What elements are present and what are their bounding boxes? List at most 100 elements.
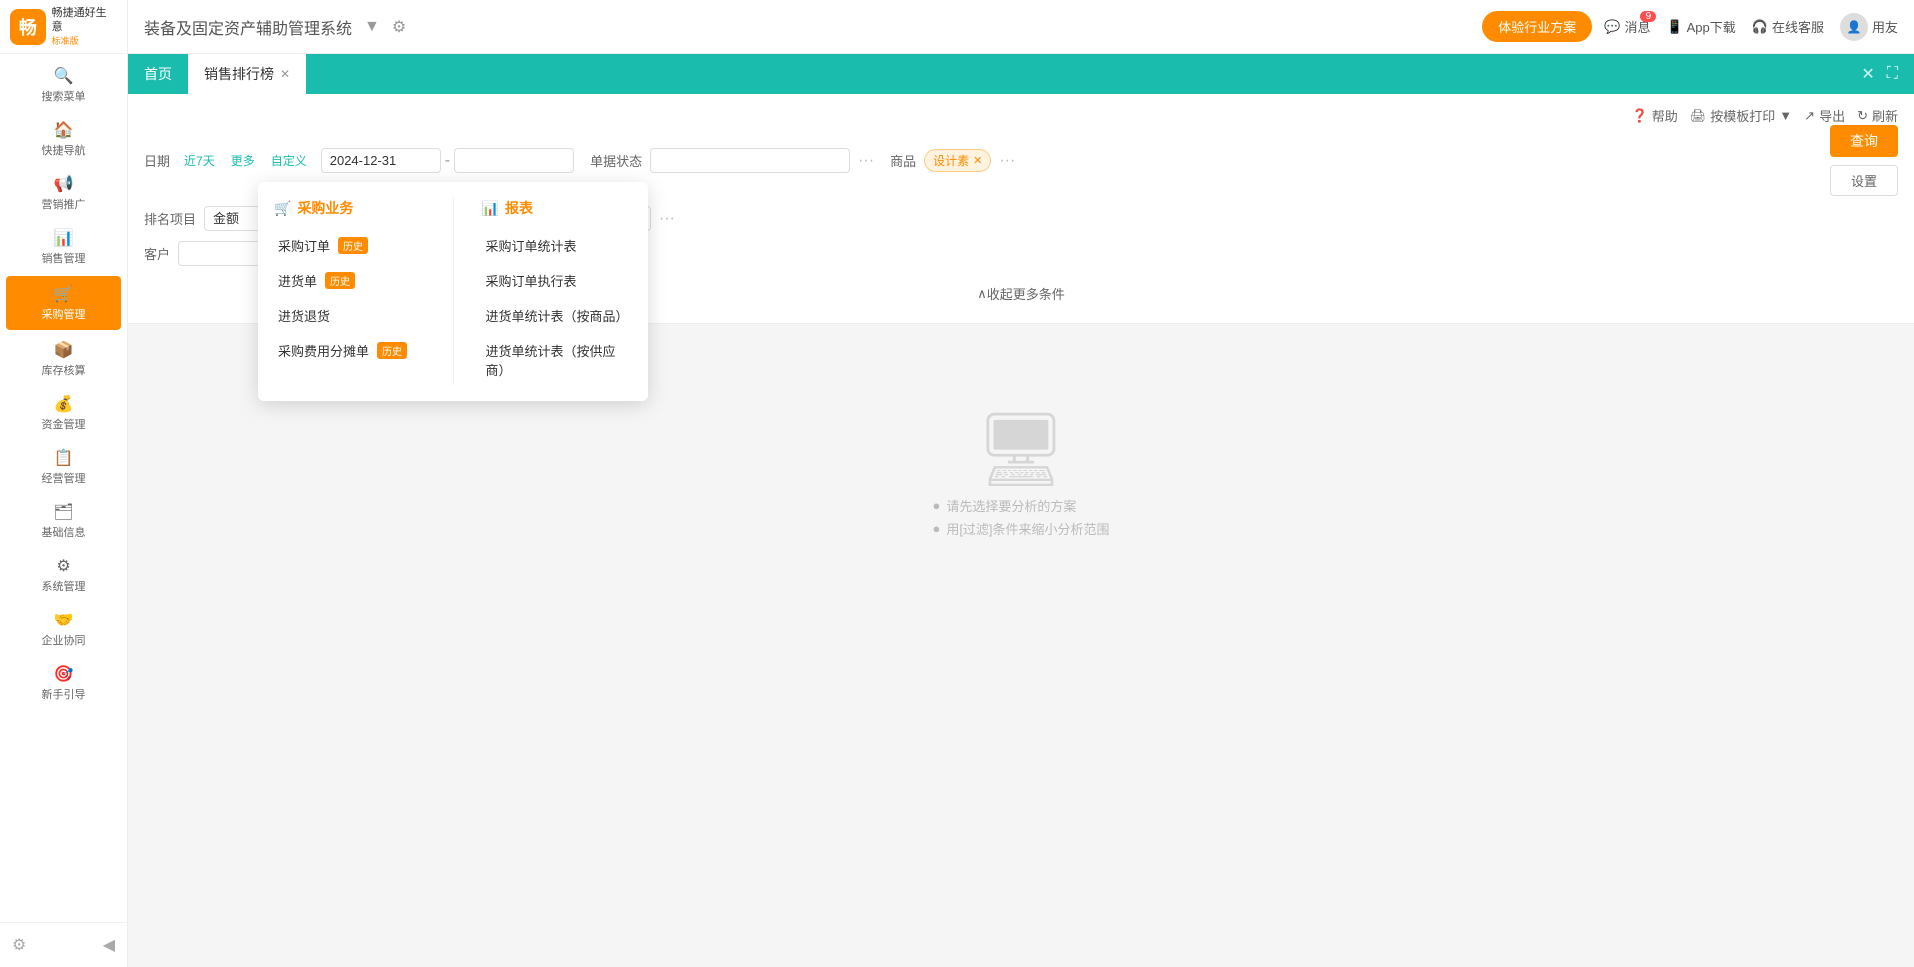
sidebar-item-quick[interactable]: 🏠 快捷导航 bbox=[0, 112, 127, 166]
toolbar-right: ❓ 帮助 🖨 按模板打印 ▼ ↗ 导出 ↻ 刷新 bbox=[1632, 106, 1898, 125]
tab-sales-rank[interactable]: 销售排行榜 ✕ bbox=[188, 54, 306, 94]
sidebar-item-system[interactable]: ⚙ 系统管理 bbox=[0, 548, 127, 602]
print-btn[interactable]: 🖨 按模板打印 ▼ bbox=[1690, 106, 1792, 125]
dropdown-item-order-stats[interactable]: 采购订单统计表 bbox=[482, 230, 633, 261]
message-action[interactable]: 💬 消息 9 bbox=[1604, 17, 1650, 36]
date-to-input[interactable] bbox=[454, 148, 574, 173]
print-icon: 🖨 bbox=[1690, 108, 1707, 124]
tab-close-icon[interactable]: ✕ bbox=[280, 67, 290, 81]
purchase-expense-label: 采购费用分摊单 bbox=[278, 341, 369, 360]
query-button[interactable]: 查询 bbox=[1830, 125, 1898, 157]
dropdown-item-purchase-order[interactable]: 采购订单 历史 bbox=[274, 230, 425, 261]
goods-label: 商品 bbox=[890, 151, 916, 170]
main-area: 装备及固定资产辅助管理系统 ▼ ⚙ 体验行业方案 💬 消息 9 📱 App下载 … bbox=[128, 0, 1914, 967]
purchase-expense-history[interactable]: 历史 bbox=[377, 342, 407, 359]
date-quick-custom[interactable]: 自定义 bbox=[265, 150, 313, 171]
basics-nav-icon: 🗂 bbox=[53, 502, 73, 522]
order-exec-label: 采购订单执行表 bbox=[486, 271, 577, 290]
sales-nav-icon: 📊 bbox=[54, 228, 74, 248]
tab-home[interactable]: 首页 bbox=[128, 54, 188, 94]
headset-icon: 🎧 bbox=[1752, 19, 1768, 35]
setting-button[interactable]: 设置 bbox=[1830, 165, 1898, 196]
marketing-nav-icon: 📢 bbox=[54, 174, 74, 194]
sidebar-item-enterprise[interactable]: 🤝 企业协同 bbox=[0, 602, 127, 656]
logo-area: 畅 畅捷通好生意 标准版 bbox=[0, 0, 127, 54]
empty-tip-2: 用[过滤]条件来缩小分析范围 bbox=[946, 519, 1109, 538]
dropdown-item-purchase-expense[interactable]: 采购费用分摊单 历史 bbox=[274, 335, 425, 366]
date-quick-7days[interactable]: 近7天 bbox=[178, 150, 221, 171]
status-select[interactable] bbox=[650, 148, 850, 173]
expand-btn[interactable]: ⛶ bbox=[1883, 61, 1902, 87]
export-label: 导出 bbox=[1819, 106, 1845, 125]
marketing-nav-label: 营销推广 bbox=[42, 196, 86, 212]
tab-sales-rank-label: 销售排行榜 bbox=[204, 64, 274, 84]
date-from-input[interactable] bbox=[321, 148, 441, 173]
logo-badge: 标准版 bbox=[52, 34, 117, 47]
sidebar-item-purchase[interactable]: 🛒 采购管理 bbox=[6, 276, 121, 330]
settings-icon[interactable]: ⚙ bbox=[392, 17, 406, 37]
sidebar-item-inventory[interactable]: 📦 库存核算 bbox=[0, 332, 127, 386]
print-label: 按模板打印 bbox=[1710, 106, 1775, 125]
status-dots[interactable]: ··· bbox=[858, 152, 874, 170]
system-nav-icon: ⚙ bbox=[56, 556, 70, 576]
sidebar-item-search[interactable]: 🔍 搜索菜单 bbox=[0, 58, 127, 112]
settings-footer-icon[interactable]: ⚙ bbox=[12, 935, 26, 955]
date-quick-btns: 近7天 更多 自定义 bbox=[178, 150, 313, 171]
inventory-nav-icon: 📦 bbox=[54, 340, 74, 360]
sidebar-item-guide[interactable]: 🎯 新手引导 bbox=[0, 656, 127, 710]
dropdown-item-goods-stats-product[interactable]: 进货单统计表（按商品） bbox=[482, 300, 633, 331]
print-dropdown-icon[interactable]: ▼ bbox=[1779, 108, 1792, 123]
date-filter-group: 日期 近7天 更多 自定义 - bbox=[144, 148, 574, 173]
sidebar-item-finance[interactable]: 💰 资金管理 bbox=[0, 386, 127, 440]
dropdown-item-goods-stats-supplier[interactable]: 进货单统计表（按供应商） bbox=[482, 335, 633, 385]
goods-in-history[interactable]: 历史 bbox=[325, 272, 355, 289]
collapse-label: 收起更多条件 bbox=[987, 284, 1065, 303]
goods-tag-remove[interactable]: ✕ bbox=[973, 154, 982, 167]
sidebar-item-sales[interactable]: 📊 销售管理 bbox=[0, 220, 127, 274]
goods-in-label: 进货单 bbox=[278, 271, 317, 290]
user-action[interactable]: 👤 用友 bbox=[1840, 13, 1898, 41]
export-btn[interactable]: ↗ 导出 bbox=[1804, 106, 1845, 125]
app-download-action[interactable]: 📱 App下载 bbox=[1666, 17, 1735, 36]
enterprise-nav-icon: 🤝 bbox=[54, 610, 74, 630]
logo-text: 畅捷通好生意 bbox=[52, 6, 117, 35]
goods-dots[interactable]: ··· bbox=[999, 152, 1015, 170]
search-nav-label: 搜索菜单 bbox=[42, 88, 86, 104]
dropdown-menu: 🛒 采购业务 采购订单 历史 进货单 历史 进货退货 采购费用分摊单 历史 bbox=[258, 182, 648, 401]
sidebar-nav: 🔍 搜索菜单 🏠 快捷导航 📢 营销推广 📊 销售管理 🛒 采购管理 📦 库存核… bbox=[0, 54, 127, 922]
online-service-label: 在线客服 bbox=[1772, 17, 1824, 36]
quick-nav-icon: 🏠 bbox=[54, 120, 74, 140]
purchase-order-history[interactable]: 历史 bbox=[338, 237, 368, 254]
salesman-dots[interactable]: ··· bbox=[659, 210, 675, 228]
goods-stats-product-label: 进货单统计表（按商品） bbox=[486, 306, 629, 325]
sidebar-item-basics[interactable]: 🗂 基础信息 bbox=[0, 494, 127, 548]
guide-nav-icon: 🎯 bbox=[54, 664, 74, 684]
dropdown-separator bbox=[453, 198, 454, 385]
sidebar-item-marketing[interactable]: 📢 营销推广 bbox=[0, 166, 127, 220]
goods-tag: 设计素 ✕ bbox=[924, 149, 991, 172]
operations-nav-label: 经营管理 bbox=[42, 470, 86, 486]
online-service-action[interactable]: 🎧 在线客服 bbox=[1752, 17, 1824, 36]
dropdown-item-goods-in[interactable]: 进货单 历史 bbox=[274, 265, 425, 296]
solution-button[interactable]: 体验行业方案 bbox=[1482, 11, 1592, 42]
user-avatar: 👤 bbox=[1840, 13, 1868, 41]
inventory-nav-label: 库存核算 bbox=[42, 362, 86, 378]
dropdown-item-order-exec[interactable]: 采购订单执行表 bbox=[482, 265, 633, 296]
quick-nav-label: 快捷导航 bbox=[42, 142, 86, 158]
content-area: ❓ 帮助 🖨 按模板打印 ▼ ↗ 导出 ↻ 刷新 bbox=[128, 94, 1914, 967]
close-tab-btn[interactable]: ✕ bbox=[1857, 60, 1878, 88]
topbar-actions: 💬 消息 9 📱 App下载 🎧 在线客服 👤 用友 bbox=[1604, 13, 1898, 41]
status-label: 单据状态 bbox=[590, 151, 642, 170]
system-dropdown-icon[interactable]: ▼ bbox=[364, 18, 380, 36]
refresh-btn[interactable]: ↻ 刷新 bbox=[1857, 106, 1898, 125]
dropdown-item-goods-return[interactable]: 进货退货 bbox=[274, 300, 425, 331]
collapse-sidebar-icon[interactable]: ◀ bbox=[103, 935, 115, 955]
purchase-order-label: 采购订单 bbox=[278, 236, 330, 255]
dropdown-report-col: 📊 报表 采购订单统计表 采购订单执行表 进货单统计表（按商品） 进货单统计表（… bbox=[482, 198, 633, 385]
enterprise-nav-label: 企业协同 bbox=[42, 632, 86, 648]
guide-nav-label: 新手引导 bbox=[42, 686, 86, 702]
sidebar-item-operations[interactable]: 📋 经营管理 bbox=[0, 440, 127, 494]
help-btn[interactable]: ❓ 帮助 bbox=[1632, 106, 1678, 125]
date-quick-more[interactable]: 更多 bbox=[225, 150, 261, 171]
date-separator: - bbox=[445, 152, 450, 170]
